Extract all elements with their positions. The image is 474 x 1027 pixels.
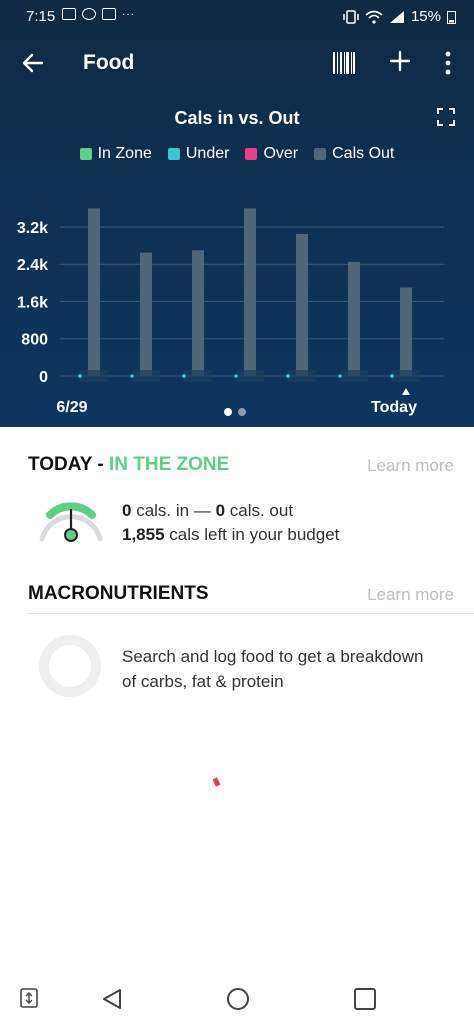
system-nav-bar [0,975,474,1027]
cals-left: 1,855 cals left in your budget [122,525,339,545]
bar-cals-in-under [286,374,290,378]
bar-cals-in-under [234,374,238,378]
legend-label: Cals Out [332,145,395,162]
legend-swatch [167,148,180,160]
stray-mark [212,777,221,787]
today-heading: TODAY [28,454,93,475]
bar-cals-out [244,208,256,376]
x-tick-label: 6/29 [56,399,87,416]
legend-cals-out: Cals Out [314,145,394,163]
legend-in-zone: In Zone [79,145,152,163]
legend-label: Under [185,145,230,162]
add-icon[interactable] [388,49,412,73]
macronutrients-header: MACRONUTRIENTS Learn more [28,583,454,609]
cals-left-label: cals left in your budget [164,525,340,544]
shield-icon [102,8,116,20]
status-bar: 7:15 ··· 15% [0,0,474,34]
expand-icon[interactable] [437,108,455,126]
more-options-icon[interactable] [440,50,456,76]
signal-icon [389,10,404,23]
today-separator: - [92,454,109,475]
pager-dot-active[interactable] [224,408,232,416]
battery-icon [447,10,456,24]
bar-cals-in-under [338,374,342,378]
battery-percent: 15% [410,8,441,25]
y-tick-label: 800 [21,332,48,349]
top-panel: 7:15 ··· 15% Food Cals in vs. Out In Zon… [0,0,474,427]
cals-out-label: cals. out [225,501,294,520]
app-notification-icon [82,8,96,20]
bar-cals-out [296,233,308,376]
today-marker-icon [402,388,410,395]
legend-label: Over [263,145,299,162]
chart-pager[interactable] [224,408,246,416]
bar-cals-in-under [78,374,82,378]
bar-cals-in-under [182,374,186,378]
zone-status: IN THE ZONE [108,454,230,475]
chart-title: Cals in vs. Out [174,108,300,128]
bar-cals-out [88,208,100,376]
pager-dot[interactable] [238,408,246,416]
app-bar: Food [0,38,474,88]
page-title: Food [83,51,135,74]
zone-gauge-icon [39,502,103,542]
barcode-scan-icon[interactable] [333,52,355,74]
status-time: 7:15 [26,8,56,25]
y-tick-label: 0 [39,369,48,386]
bar-cals-out [400,287,412,376]
divider [28,613,474,614]
legend-over: Over [245,145,298,163]
cals-out-value: 0 [215,501,226,520]
macronutrients-heading: MACRONUTRIENTS [28,583,209,604]
vibrate-icon [343,9,359,24]
macro-ring-icon [39,635,101,697]
bar-base [340,370,368,382]
status-right: 15% [343,8,456,25]
back-nav-icon[interactable] [100,987,124,1011]
bar-cals-in-under [130,374,134,378]
macronutrients-learn-more-link[interactable]: Learn more [367,585,454,605]
bar-base [80,370,108,382]
bar-base [392,370,420,382]
today-section-header: TODAY - IN THE ZONE Learn more [28,454,454,478]
chart-legend: In Zone Under Over Cals Out [0,145,474,163]
gallery-icon [62,8,76,20]
y-tick-label: 2.4k [17,257,48,274]
today-learn-more-link[interactable]: Learn more [367,456,454,476]
cals-left-value: 1,855 [122,525,165,544]
y-tick-label: 1.6k [17,294,48,311]
legend-swatch [314,148,327,160]
cals-chart[interactable]: 3.2k 2.4k 1.6k 800 0 6/29 Today [0,195,474,425]
bar-base [288,370,316,382]
screen-switch-icon[interactable] [20,987,38,1009]
bar-base [236,370,264,382]
y-tick-label: 3.2k [17,220,48,237]
back-arrow-icon[interactable] [20,50,46,76]
notification-icons: ··· [62,8,135,20]
bar-cals-in-under [390,374,394,378]
cals-in-label: cals. in — [131,501,216,520]
bar-cals-out [140,252,152,376]
bar-base [184,370,212,382]
recents-nav-icon[interactable] [353,987,377,1011]
legend-under: Under [167,145,230,163]
more-notifications-icon: ··· [122,8,135,20]
home-nav-icon[interactable] [226,987,250,1011]
legend-swatch [245,148,258,160]
bar-cals-out [192,250,204,376]
wifi-icon [365,10,383,24]
legend-swatch [79,148,92,160]
cals-in-out: 0 cals. in — 0 cals. out [122,501,293,521]
bar-base [132,370,160,382]
legend-label: In Zone [97,145,152,162]
x-tick-label: Today [371,399,417,416]
bar-cals-out [348,261,360,376]
macro-empty-message: Search and log food to get a breakdown o… [122,647,424,691]
